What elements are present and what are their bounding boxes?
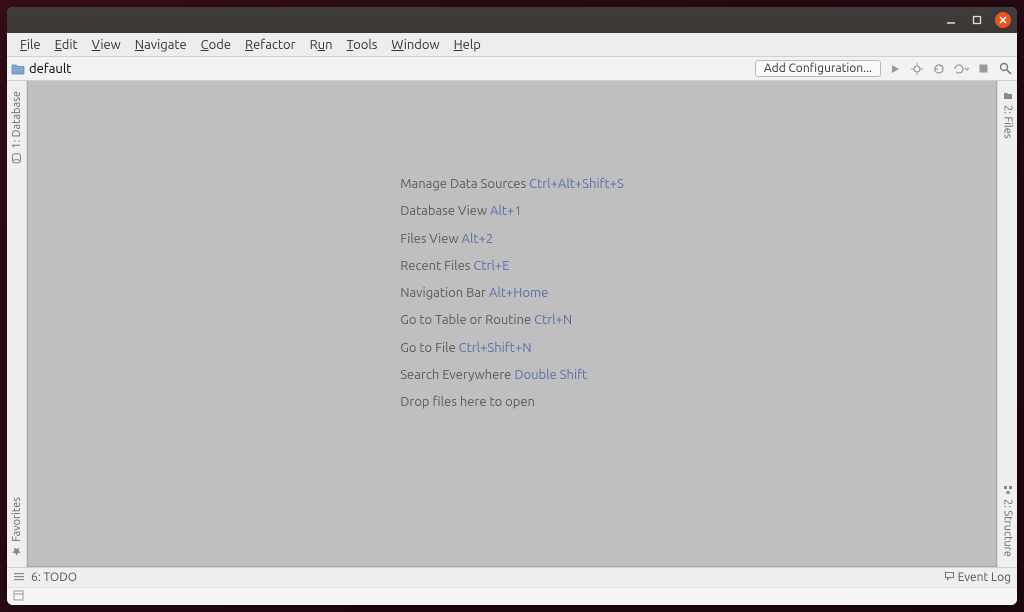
run-dropdown-icon[interactable] [953,61,969,77]
todo-button[interactable]: 6: TODO [31,571,77,584]
maximize-icon[interactable] [969,12,985,28]
structure-tool-window-button[interactable]: 2: Structure [1002,481,1014,561]
menu-tools[interactable]: Tools [340,36,385,54]
database-icon [11,153,23,164]
files-label: 2: Files [1002,105,1014,139]
menu-navigate[interactable]: Navigate [128,36,194,54]
tip-row: Manage Data Sources Ctrl+Alt+Shift+S [400,171,624,198]
folder-icon [1002,91,1014,101]
star-icon [11,546,23,557]
stop-icon[interactable] [975,61,991,77]
balloon-icon [944,571,955,585]
menu-window[interactable]: Window [384,36,446,54]
close-icon[interactable] [995,12,1011,28]
rerun-icon[interactable] [931,61,947,77]
database-tool-window-button[interactable]: 1: Database [11,87,23,168]
tip-row: Recent Files Ctrl+E [400,253,624,280]
structure-icon [1002,485,1014,495]
tip-row: Files View Alt+2 [400,226,624,253]
favorites-label: Favorites [11,497,23,542]
folder-icon [11,62,25,76]
menu-file[interactable]: File [13,36,48,54]
toolbar: default Add Configuration... [7,57,1017,81]
tip-row: Search Everywhere Double Shift [400,362,624,389]
tip-row: Drop files here to open [400,389,624,416]
tip-row: Navigation Bar Alt+Home [400,280,624,307]
add-configuration-button[interactable]: Add Configuration... [755,60,881,77]
debug-icon[interactable] [909,61,925,77]
menu-view[interactable]: View [85,36,128,54]
breadcrumb[interactable]: default [29,62,71,76]
favorites-tool-window-button[interactable]: Favorites [11,493,23,561]
hide-panels-icon[interactable] [13,570,25,585]
structure-label: 2: Structure [1002,499,1014,557]
menu-refactor[interactable]: Refactor [238,36,303,54]
editor-empty-state[interactable]: Manage Data Sources Ctrl+Alt+Shift+S Dat… [27,81,997,567]
menu-edit[interactable]: Edit [48,36,85,54]
files-tool-window-button[interactable]: 2: Files [1002,87,1014,143]
welcome-tips: Manage Data Sources Ctrl+Alt+Shift+S Dat… [400,171,624,417]
tip-row: Go to Table or Routine Ctrl+N [400,307,624,334]
ide-window: File Edit View Navigate Code Refactor Ru… [7,7,1017,605]
database-label: 1: Database [11,91,23,149]
event-log-button[interactable]: Event Log [944,571,1011,585]
menubar: File Edit View Navigate Code Refactor Ru… [7,33,1017,57]
tool-windows-icon[interactable] [13,590,24,604]
menu-help[interactable]: Help [447,36,488,54]
bottom-bar [7,587,1017,605]
run-icon[interactable] [887,61,903,77]
left-gutter: 1: Database Favorites [7,81,27,567]
tip-row: Database View Alt+1 [400,198,624,225]
search-icon[interactable] [997,61,1013,77]
window-titlebar[interactable] [7,7,1017,33]
minimize-icon[interactable] [943,12,959,28]
tip-row: Go to File Ctrl+Shift+N [400,335,624,362]
menu-run[interactable]: Run [303,36,340,54]
body-area: 1: Database Favorites Manage Data Source… [7,81,1017,567]
statusbar: 6: TODO Event Log [7,567,1017,587]
right-gutter: 2: Files 2: Structure [997,81,1017,567]
menu-code[interactable]: Code [194,36,238,54]
